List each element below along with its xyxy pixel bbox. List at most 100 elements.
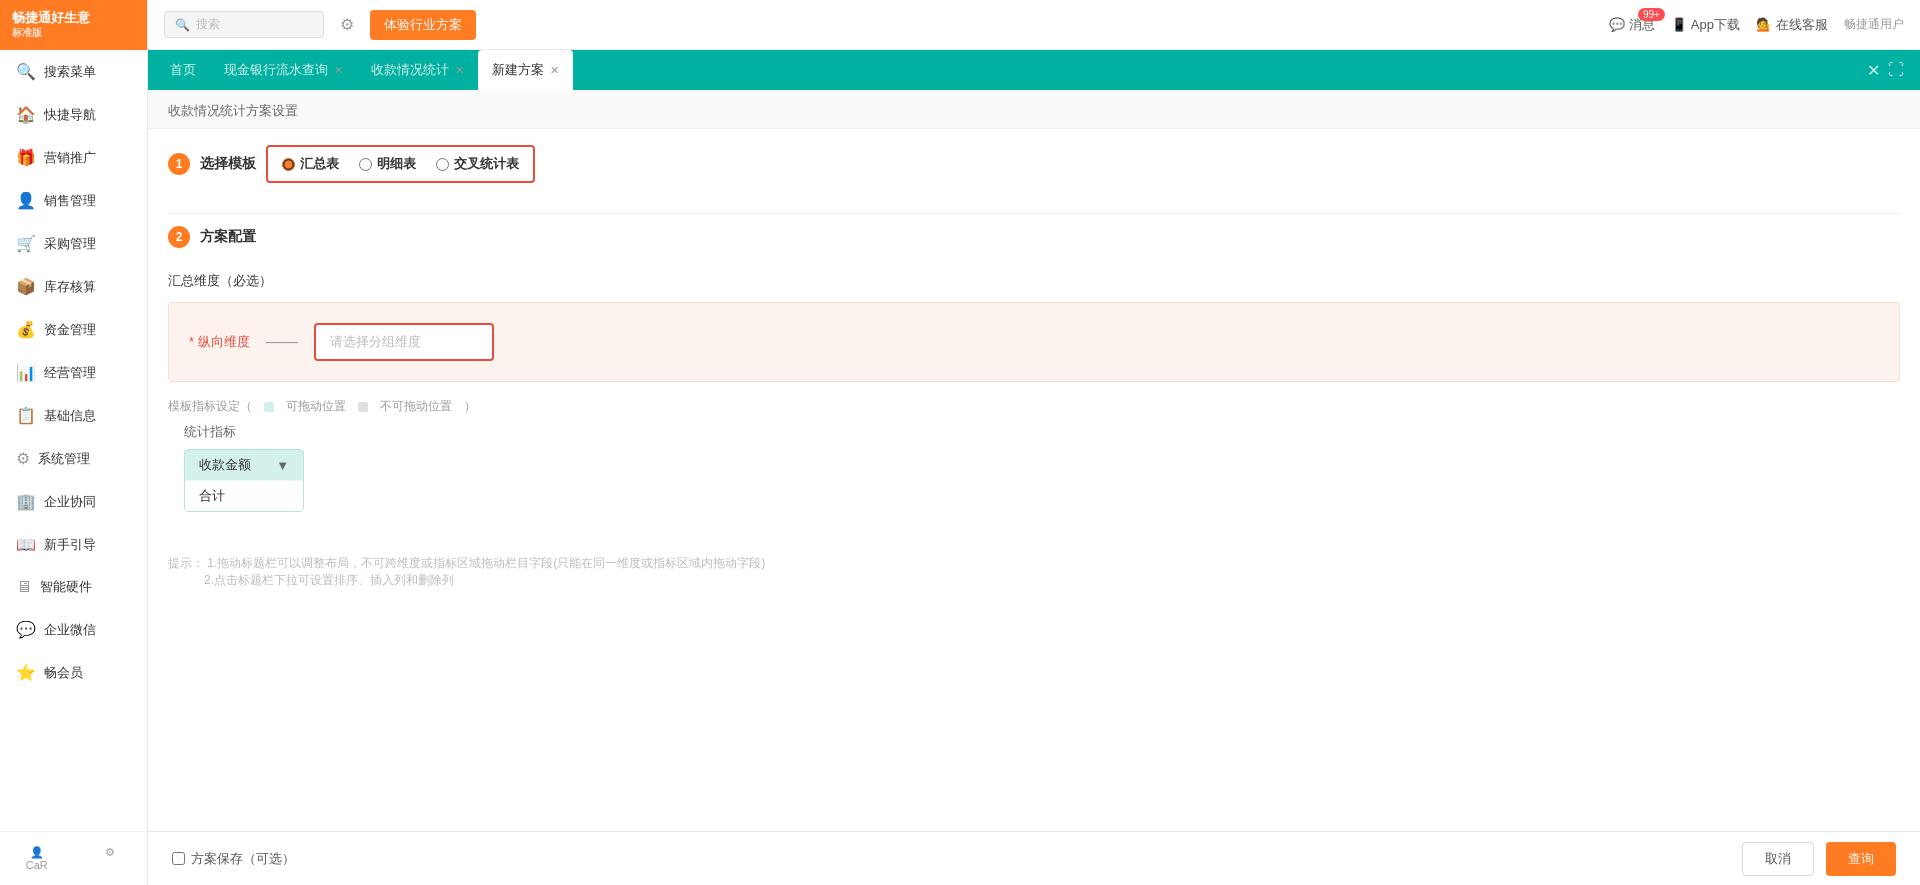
- dimension-row: * 纵向维度 —— 请选择分组维度: [189, 323, 1879, 361]
- sidebar-item-label: 库存核算: [44, 278, 96, 296]
- tab-close-icon[interactable]: ✕: [1867, 61, 1880, 80]
- hint-2: 2.点击标题栏下拉可设置排序、插入列和删除列: [168, 572, 1900, 589]
- close-receipt-icon[interactable]: ✕: [455, 64, 464, 77]
- topbar-search-box[interactable]: 🔍 搜索: [164, 11, 324, 38]
- hint-area: 提示： 1.拖动标题栏可以调整布局，不可跨维度或指标区域拖动栏目字段(只能在同一…: [148, 543, 1920, 601]
- step1-label: 1 选择模板 汇总表 明细表 交叉统计表: [168, 145, 1900, 183]
- save-checkbox[interactable]: [172, 852, 185, 865]
- building-icon: 🏢: [16, 492, 36, 511]
- industry-btn[interactable]: 体验行业方案: [370, 10, 476, 40]
- sidebar-item-sales[interactable]: 👤 销售管理: [0, 179, 147, 222]
- sidebar-item-label: 采购管理: [44, 235, 96, 253]
- table-header-label: 收款金额: [199, 456, 251, 474]
- sidebar-item-marketing[interactable]: 🎁 营销推广: [0, 136, 147, 179]
- sidebar-item-system[interactable]: ⚙ 系统管理: [0, 437, 147, 480]
- sidebar-item-label: 企业协同: [44, 493, 96, 511]
- online-service-btn[interactable]: 💁 在线客服: [1756, 16, 1828, 34]
- metrics-table-header[interactable]: 收款金额 ▼: [185, 450, 303, 480]
- sidebar-item-enterprise[interactable]: 🏢 企业协同: [0, 480, 147, 523]
- sidebar-item-label: 企业微信: [44, 621, 96, 639]
- page-header: 收款情况统计方案设置: [148, 90, 1920, 129]
- cancel-button[interactable]: 取消: [1742, 842, 1814, 876]
- query-button[interactable]: 查询: [1826, 842, 1896, 876]
- tab-bank-query[interactable]: 现金银行流水查询 ✕: [210, 50, 357, 90]
- radio-detail-label: 明细表: [377, 155, 416, 173]
- message-badge: 99+: [1638, 8, 1665, 21]
- sidebar-item-basic-info[interactable]: 📋 基础信息: [0, 394, 147, 437]
- step2-section: 2 方案配置 汇总维度（必选） * 纵向维度 —— 请选择分组维度 模板指标设定…: [148, 214, 1920, 543]
- tab-home[interactable]: 首页: [156, 50, 210, 90]
- dropdown-icon[interactable]: ▼: [276, 458, 289, 473]
- bottom-user-label: CaR: [0, 859, 74, 871]
- radio-summary[interactable]: 汇总表: [282, 155, 339, 173]
- message-btn[interactable]: 💬 消息 99+: [1609, 16, 1655, 34]
- table-row-label: 合计: [199, 488, 225, 503]
- sidebar-bottom-user[interactable]: 👤 CaR: [0, 840, 74, 877]
- sidebar-item-label: 系统管理: [38, 450, 90, 468]
- search-placeholder: 搜索: [196, 16, 220, 33]
- radio-detail[interactable]: 明细表: [359, 155, 416, 173]
- radio-cross-label: 交叉统计表: [454, 155, 519, 173]
- radio-summary-label: 汇总表: [300, 155, 339, 173]
- sidebar-item-hardware[interactable]: 🖥 智能硬件: [0, 566, 147, 608]
- arrow-icon: ——: [266, 333, 298, 351]
- radio-detail-input[interactable]: [359, 158, 372, 171]
- app-download-btn[interactable]: 📱 App下载: [1671, 16, 1740, 34]
- vertical-dim-select[interactable]: 请选择分组维度: [314, 323, 494, 361]
- radio-summary-input[interactable]: [282, 158, 295, 171]
- hint-1: 提示： 1.拖动标题栏可以调整布局，不可跨维度或指标区域拖动栏目字段(只能在同一…: [168, 555, 1900, 572]
- bottom-user-icon: 👤: [0, 846, 74, 859]
- save-option: 方案保存（可选）: [172, 850, 295, 868]
- tab-receipt-stats[interactable]: 收款情况统计 ✕: [357, 50, 478, 90]
- metrics-table: 收款金额 ▼ 合计: [184, 449, 304, 512]
- search-menu-icon: 🔍: [16, 62, 36, 81]
- sidebar-item-quick-nav[interactable]: 🏠 快捷导航: [0, 93, 147, 136]
- sidebar-item-label: 新手引导: [44, 536, 96, 554]
- tab-bank-label: 现金银行流水查询: [224, 61, 328, 79]
- sidebar-item-guide[interactable]: 📖 新手引导: [0, 523, 147, 566]
- footer-buttons: 取消 查询: [1742, 842, 1896, 876]
- book-icon: 📖: [16, 535, 36, 554]
- radio-cross[interactable]: 交叉统计表: [436, 155, 519, 173]
- save-label: 方案保存（可选）: [191, 850, 295, 868]
- message-icon: 💬: [1609, 17, 1625, 32]
- sidebar-item-label: 快捷导航: [44, 106, 96, 124]
- chart-icon: 📊: [16, 363, 36, 382]
- sidebar-item-inventory[interactable]: 📦 库存核算: [0, 265, 147, 308]
- close-bank-icon[interactable]: ✕: [334, 64, 343, 77]
- metrics-area: 模板指标设定（ 可拖动位置 不可拖动位置 ） 统计指标 收款金额 ▼: [168, 398, 1900, 515]
- main-area: 🔍 搜索 ⚙ 体验行业方案 💬 消息 99+ 📱 App下载 💁 在线客服 畅捷…: [148, 0, 1920, 885]
- tab-new-plan[interactable]: 新建方案 ✕: [478, 50, 573, 90]
- home-icon: 🏠: [16, 105, 36, 124]
- sidebar-item-member[interactable]: ⭐ 畅会员: [0, 651, 147, 694]
- content-area: 收款情况统计方案设置 1 选择模板 汇总表 明细表: [148, 90, 1920, 885]
- app-download-label: App下载: [1691, 16, 1740, 34]
- tab-expand-icon[interactable]: ⛶: [1888, 61, 1904, 79]
- radio-cross-input[interactable]: [436, 158, 449, 171]
- tab-home-label: 首页: [170, 61, 196, 79]
- sidebar-item-search-menu[interactable]: 🔍 搜索菜单: [0, 50, 147, 93]
- sidebar-bottom: 👤 CaR ⚙: [0, 831, 147, 885]
- settings-icon[interactable]: ⚙: [340, 15, 354, 34]
- step2-title: 方案配置: [200, 228, 256, 246]
- search-icon: 🔍: [175, 18, 190, 32]
- step2-label: 2 方案配置: [168, 226, 1900, 248]
- user-icon: 👤: [16, 191, 36, 210]
- sidebar-item-purchase[interactable]: 🛒 采购管理: [0, 222, 147, 265]
- star-icon: ⭐: [16, 663, 36, 682]
- tab-receipt-label: 收款情况统计: [371, 61, 449, 79]
- sidebar-item-weixin[interactable]: 💬 企业微信: [0, 608, 147, 651]
- sidebar-item-label: 智能硬件: [40, 578, 92, 596]
- bottom-settings-icon: ⚙: [74, 846, 148, 859]
- dimension-section-title: 汇总维度（必选）: [168, 272, 1900, 290]
- sidebar-item-finance[interactable]: 💰 资金管理: [0, 308, 147, 351]
- sidebar-item-operations[interactable]: 📊 经营管理: [0, 351, 147, 394]
- sidebar-item-label: 经营管理: [44, 364, 96, 382]
- topbar-right: 💬 消息 99+ 📱 App下载 💁 在线客服 畅捷通用户: [1609, 16, 1904, 34]
- online-service-label: 在线客服: [1776, 16, 1828, 34]
- close-new-plan-icon[interactable]: ✕: [550, 64, 559, 77]
- template-radio-group: 汇总表 明细表 交叉统计表: [266, 145, 535, 183]
- sidebar-bottom-settings[interactable]: ⚙: [74, 840, 148, 877]
- tab-new-plan-label: 新建方案: [492, 61, 544, 79]
- mobile-icon: 📱: [1671, 17, 1687, 32]
